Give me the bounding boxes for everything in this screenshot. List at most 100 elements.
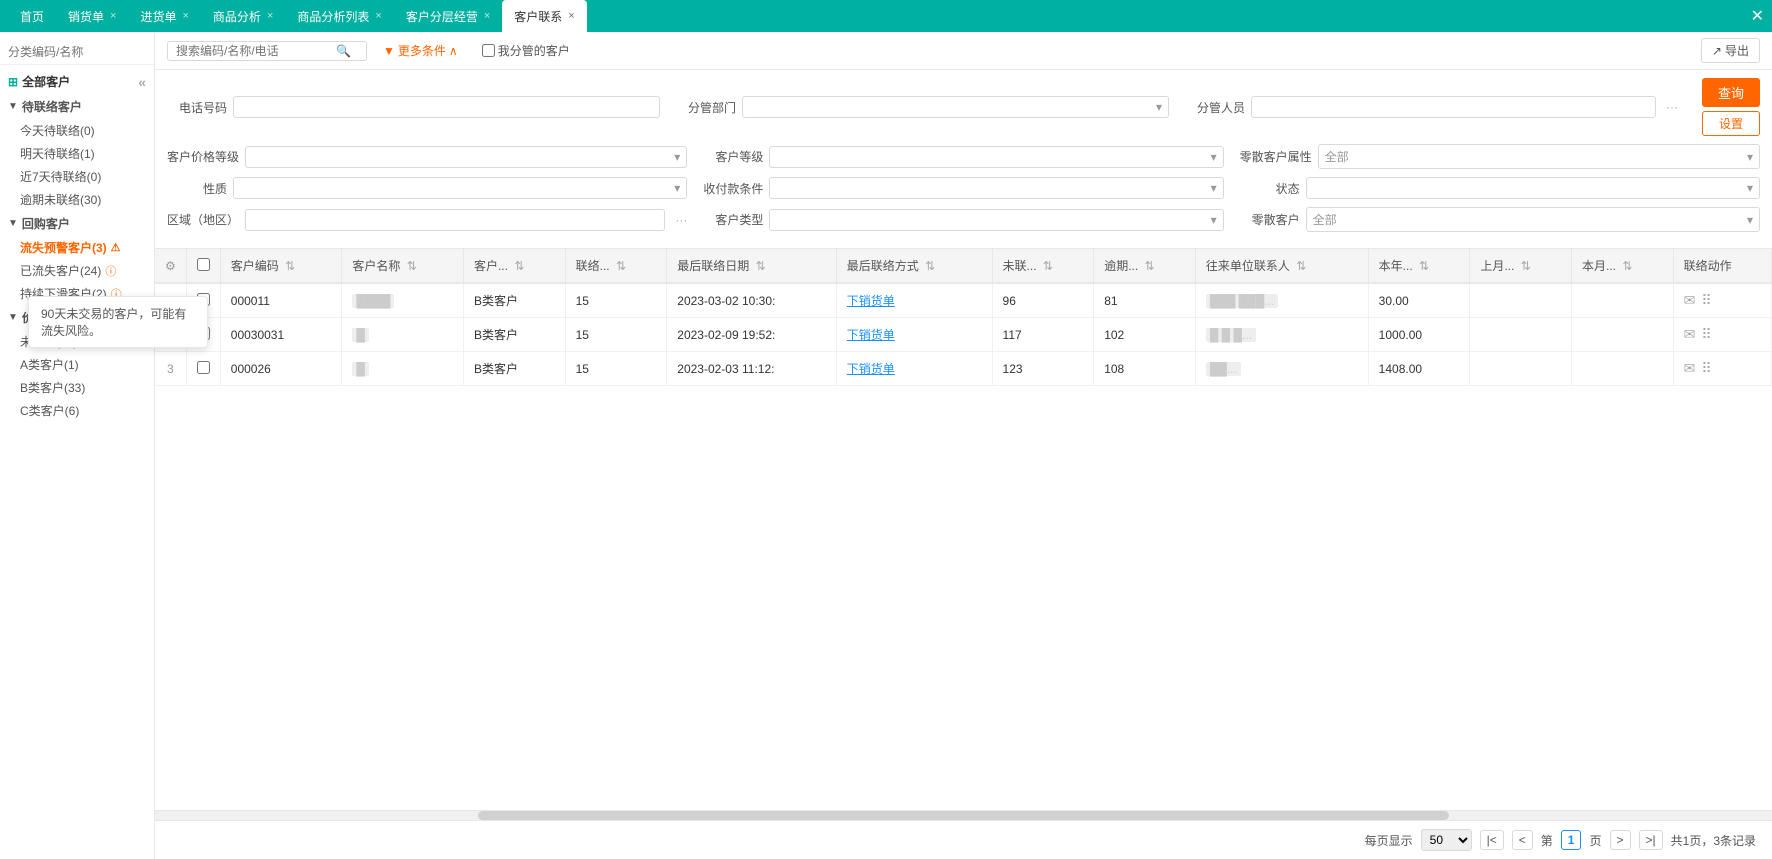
tab-close-customer-segmentation[interactable]: ×: [484, 10, 490, 22]
settings-button[interactable]: 设置: [1702, 111, 1760, 136]
export-button[interactable]: ↗ 导出: [1701, 38, 1760, 63]
zero-customer-select[interactable]: 全部 ▾: [1306, 207, 1760, 232]
sidebar-item-churn-warning[interactable]: 流失预警客户(3) ⚠: [0, 236, 154, 259]
my-customers-check[interactable]: [482, 44, 495, 57]
tab-close-customer-contact[interactable]: ×: [568, 10, 574, 22]
zero-customer-chevron-icon: ▾: [1747, 213, 1753, 227]
tab-close-product-analysis-list[interactable]: ×: [375, 10, 381, 22]
window-close-button[interactable]: ✕: [1751, 6, 1764, 26]
th-no-contact[interactable]: 未联... ⇅: [992, 249, 1094, 283]
row-checkbox-cell[interactable]: [186, 352, 220, 386]
row-no-contact: 123: [992, 352, 1094, 386]
sidebar-item-7days-pending[interactable]: 近7天待联络(0): [0, 165, 154, 188]
action-message-icon[interactable]: ✉: [1684, 326, 1696, 343]
th-overdue[interactable]: 逾期... ⇅: [1094, 249, 1196, 283]
row-code: 000011: [220, 283, 342, 318]
prev-page-btn[interactable]: <: [1512, 830, 1533, 850]
query-button[interactable]: 查询: [1702, 78, 1760, 107]
last-page-btn[interactable]: >|: [1639, 830, 1663, 850]
tab-customer-segmentation[interactable]: 客户分层经营 ×: [394, 0, 502, 32]
th-checkbox[interactable]: [186, 249, 220, 283]
tab-customer-contact[interactable]: 客户联系 ×: [502, 0, 586, 32]
zero-attr-select[interactable]: 全部 ▾: [1318, 144, 1760, 169]
more-conditions-btn[interactable]: ▼ 更多条件 ∧: [375, 39, 466, 62]
th-customer-type[interactable]: 客户... ⇅: [463, 249, 565, 283]
settings-icon[interactable]: ⚙: [165, 259, 176, 273]
th-last-contact-date[interactable]: 最后联络日期 ⇅: [667, 249, 837, 283]
sidebar-all-customers[interactable]: ⊞ 全部客户 «: [0, 69, 154, 94]
th-this-month[interactable]: 本月... ⇅: [1571, 249, 1673, 283]
action-message-icon[interactable]: ✉: [1684, 360, 1696, 377]
row-name: ████: [342, 283, 464, 318]
region-input[interactable]: [245, 209, 665, 231]
tooltip-churn-warning: 90天未交易的客户，可能有流失风险。: [28, 296, 155, 348]
sidebar-item-c-class[interactable]: C类客户(6): [0, 399, 154, 422]
my-customers-checkbox[interactable]: 我分管的客户: [474, 39, 578, 62]
select-all-checkbox[interactable]: [197, 258, 210, 271]
tab-close-product-analysis[interactable]: ×: [267, 10, 273, 22]
action-more-icon[interactable]: ⠿: [1701, 360, 1711, 377]
filter-row-3: 性质 ▾ 收付款条件 ▾ 状态: [167, 177, 1760, 199]
customer-level-select[interactable]: ▾: [769, 146, 1223, 168]
search-input[interactable]: [176, 44, 336, 58]
region-more-icon[interactable]: ···: [675, 213, 687, 227]
zero-attr-chevron-icon: ▾: [1747, 150, 1753, 164]
gender-select[interactable]: ▾: [233, 177, 687, 199]
customer-type-select[interactable]: ▾: [769, 209, 1223, 231]
tab-sales-order[interactable]: 销货单 ×: [56, 0, 128, 32]
scroll-thumb[interactable]: [478, 811, 1448, 820]
sidebar-churn-section[interactable]: ▼ 回购客户: [0, 211, 154, 236]
sidebar-collapse-icon[interactable]: «: [138, 74, 146, 90]
row-no-contact: 117: [992, 318, 1094, 352]
action-message-icon[interactable]: ✉: [1684, 292, 1696, 309]
manager-more-icon[interactable]: ···: [1666, 100, 1678, 114]
row-customer-type: B类客户: [463, 318, 565, 352]
filter-row-2: 客户价格等级 ▾ 客户等级 ▾ 零散客户属性 全部: [167, 144, 1760, 169]
filter-panel: 电话号码 分管部门 ▾ 分管人员 ··· 查询 设置: [155, 70, 1772, 249]
th-settings[interactable]: ⚙: [155, 249, 186, 283]
row-overdue: 102: [1094, 318, 1196, 352]
page-unit: 页: [1589, 832, 1601, 849]
tab-home[interactable]: 首页: [8, 0, 56, 32]
tab-purchase-order[interactable]: 进货单 ×: [128, 0, 200, 32]
next-page-btn[interactable]: >: [1610, 830, 1631, 850]
horizontal-scrollbar[interactable]: [155, 810, 1772, 820]
manager-label: 分管人员: [1185, 99, 1245, 116]
action-more-icon[interactable]: ⠿: [1701, 326, 1711, 343]
th-year-amount[interactable]: 本年... ⇅: [1368, 249, 1470, 283]
action-more-icon[interactable]: ⠿: [1701, 292, 1711, 309]
price-level-select[interactable]: ▾: [245, 146, 687, 168]
tab-product-analysis-list[interactable]: 商品分析列表 ×: [285, 0, 393, 32]
price-level-chevron-icon: ▾: [674, 150, 680, 164]
sidebar-item-already-churn[interactable]: 已流失客户(24) ⓘ: [0, 259, 154, 282]
row-overdue: 81: [1094, 283, 1196, 318]
sidebar-item-tomorrow-pending[interactable]: 明天待联络(1): [0, 142, 154, 165]
th-customer-code[interactable]: 客户编码 ⇅: [220, 249, 342, 283]
th-unit-contact[interactable]: 往来单位联系人 ⇅: [1195, 249, 1368, 283]
dept-select[interactable]: ▾: [742, 96, 1169, 118]
first-page-btn[interactable]: |<: [1480, 830, 1504, 850]
pending-arrow-icon: ▼: [8, 101, 18, 112]
sidebar-item-overdue-pending[interactable]: 逾期未联络(30): [0, 188, 154, 211]
th-last-month[interactable]: 上月... ⇅: [1470, 249, 1572, 283]
sidebar-item-today-pending[interactable]: 今天待联络(0): [0, 119, 154, 142]
customer-level-chevron-icon: ▾: [1211, 150, 1217, 164]
sidebar-pending-section[interactable]: ▼ 待联络客户: [0, 94, 154, 119]
sidebar-item-a-class[interactable]: A类客户(1): [0, 353, 154, 376]
sidebar-search-input[interactable]: [8, 45, 155, 59]
row-checkbox-2[interactable]: [197, 361, 210, 374]
manager-input[interactable]: [1251, 96, 1656, 118]
status-select[interactable]: ▾: [1306, 177, 1760, 199]
sidebar-item-b-class[interactable]: B类客户(33): [0, 376, 154, 399]
row-contact: 15: [565, 352, 667, 386]
filter-actions: 查询 设置: [1702, 78, 1760, 136]
per-page-select[interactable]: 50 100 200: [1421, 829, 1472, 851]
tab-close-purchase-order[interactable]: ×: [182, 10, 188, 22]
payment-select[interactable]: ▾: [769, 177, 1223, 199]
th-customer-name[interactable]: 客户名称 ⇅: [342, 249, 464, 283]
th-contact[interactable]: 联络... ⇅: [565, 249, 667, 283]
phone-input[interactable]: [233, 96, 660, 118]
tab-product-analysis[interactable]: 商品分析 ×: [201, 0, 285, 32]
th-last-contact-way[interactable]: 最后联络方式 ⇅: [836, 249, 992, 283]
tab-close-sales-order[interactable]: ×: [110, 10, 116, 22]
